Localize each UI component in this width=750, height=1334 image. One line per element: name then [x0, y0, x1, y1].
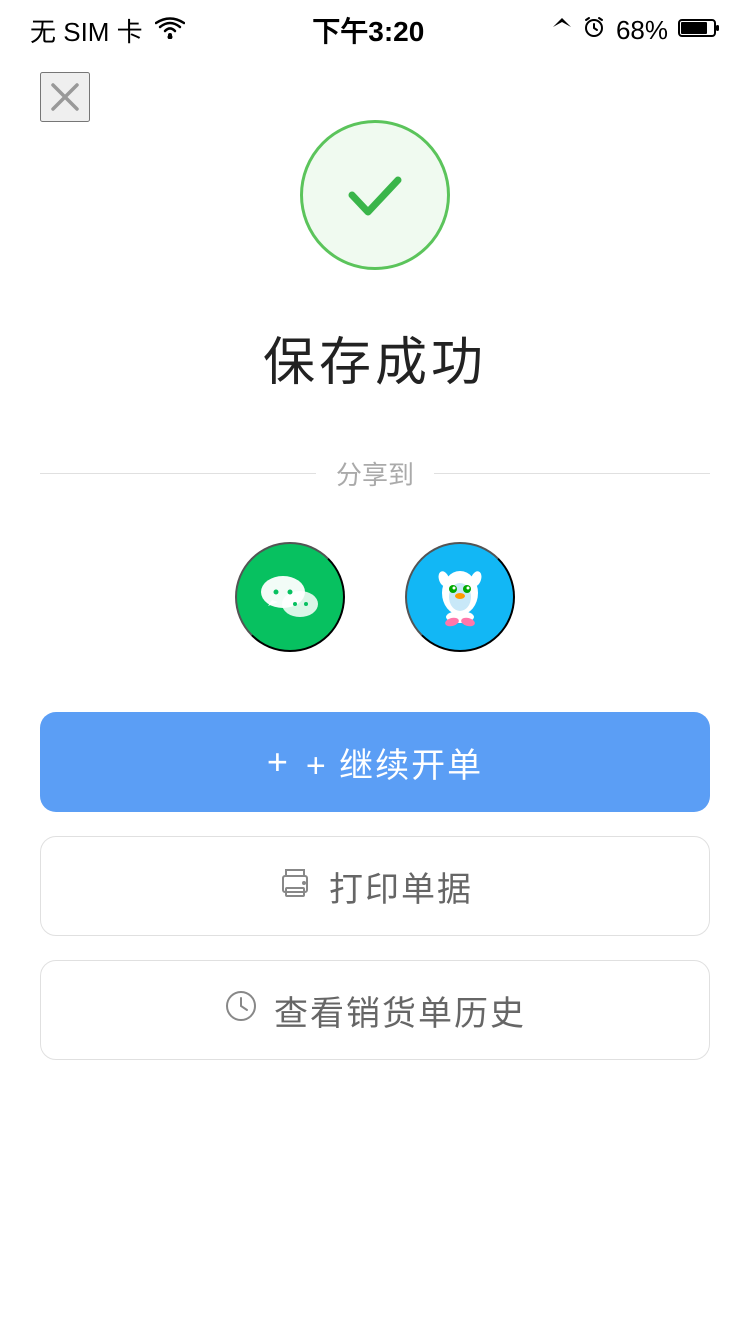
qq-icon — [430, 565, 490, 630]
print-button[interactable]: 打印单据 — [40, 836, 710, 936]
wifi-icon — [155, 15, 185, 46]
print-label: 打印单据 — [329, 862, 473, 911]
status-time: 下午3:20 — [312, 10, 424, 50]
close-button[interactable] — [40, 72, 90, 122]
share-divider: 分享到 — [40, 455, 710, 492]
divider-right — [434, 473, 710, 474]
share-icons — [40, 542, 710, 652]
status-right: 68% — [552, 15, 720, 46]
plus-icon: + — [267, 741, 290, 783]
status-bar: 无 SIM 卡 下午3:20 68% — [0, 0, 750, 60]
clock-icon — [224, 989, 258, 1032]
battery-icon — [678, 15, 720, 46]
alarm-icon — [582, 15, 606, 46]
close-icon — [47, 79, 83, 115]
printer-icon — [277, 866, 313, 907]
divider-left — [40, 473, 316, 474]
continue-label: + 继续开单 — [306, 738, 483, 787]
continue-button[interactable]: + + 继续开单 — [40, 712, 710, 812]
wechat-icon — [258, 570, 323, 625]
history-label: 查看销货单历史 — [274, 986, 526, 1035]
share-section: 分享到 — [0, 455, 750, 652]
qq-share-button[interactable] — [405, 542, 515, 652]
action-buttons: + + 继续开单 打印单据 查看销货单历 — [0, 712, 750, 1060]
history-button[interactable]: 查看销货单历史 — [40, 960, 710, 1060]
main-content: 保存成功 分享到 — [0, 60, 750, 1060]
success-circle — [300, 120, 450, 270]
status-left: 无 SIM 卡 — [30, 12, 185, 49]
checkmark-icon — [340, 160, 410, 230]
wechat-share-button[interactable] — [235, 542, 345, 652]
sim-status: 无 SIM 卡 — [30, 12, 143, 49]
battery-percentage: 68% — [616, 15, 668, 46]
success-title: 保存成功 — [263, 320, 487, 395]
location-icon — [552, 15, 572, 46]
share-label: 分享到 — [336, 455, 414, 492]
